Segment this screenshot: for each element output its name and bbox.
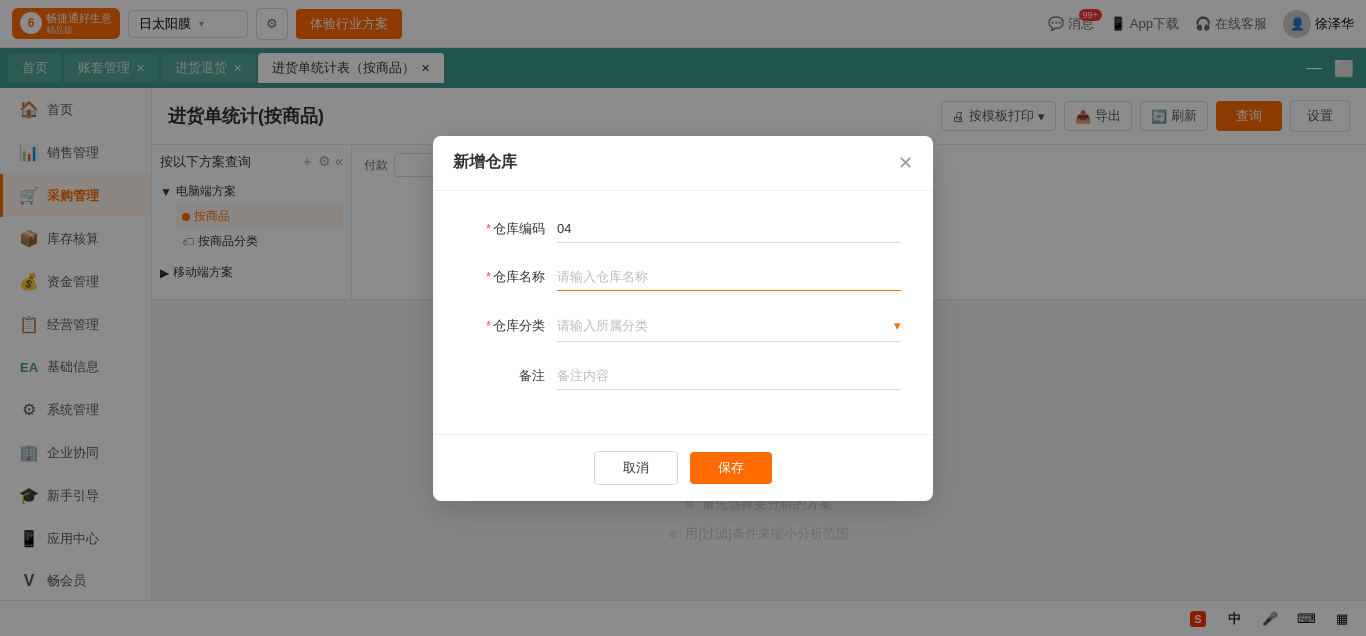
dialog-header: 新增仓库 ✕	[433, 136, 933, 191]
name-input[interactable]	[557, 263, 901, 291]
form-item-name: *仓库名称	[465, 263, 901, 291]
category-select[interactable]: 请输入所属分类 ▾	[557, 311, 901, 342]
name-label: *仓库名称	[465, 268, 545, 286]
form-item-code: *仓库编码	[465, 215, 901, 243]
form-item-remark: 备注	[465, 362, 901, 390]
category-placeholder: 请输入所属分类	[557, 317, 648, 335]
dialog-body: *仓库编码 *仓库名称 *仓库分类 请输入所属分类 ▾	[433, 191, 933, 434]
add-warehouse-dialog: 新增仓库 ✕ *仓库编码 *仓库名称 *仓库分类	[433, 136, 933, 501]
dialog-footer: 取消 保存	[433, 434, 933, 501]
form-item-category: *仓库分类 请输入所属分类 ▾	[465, 311, 901, 342]
category-label: *仓库分类	[465, 317, 545, 335]
save-button[interactable]: 保存	[690, 452, 772, 484]
dialog-title: 新增仓库	[453, 152, 517, 173]
dialog-close-icon[interactable]: ✕	[898, 152, 913, 174]
dialog-backdrop: 新增仓库 ✕ *仓库编码 *仓库名称 *仓库分类	[0, 0, 1366, 636]
category-required-star: *	[486, 318, 491, 333]
code-label: *仓库编码	[465, 220, 545, 238]
category-chevron-icon: ▾	[894, 318, 901, 333]
remark-input[interactable]	[557, 362, 901, 390]
cancel-button[interactable]: 取消	[594, 451, 678, 485]
code-input[interactable]	[557, 215, 901, 243]
code-required-star: *	[486, 221, 491, 236]
remark-label: 备注	[465, 367, 545, 385]
name-required-star: *	[486, 269, 491, 284]
